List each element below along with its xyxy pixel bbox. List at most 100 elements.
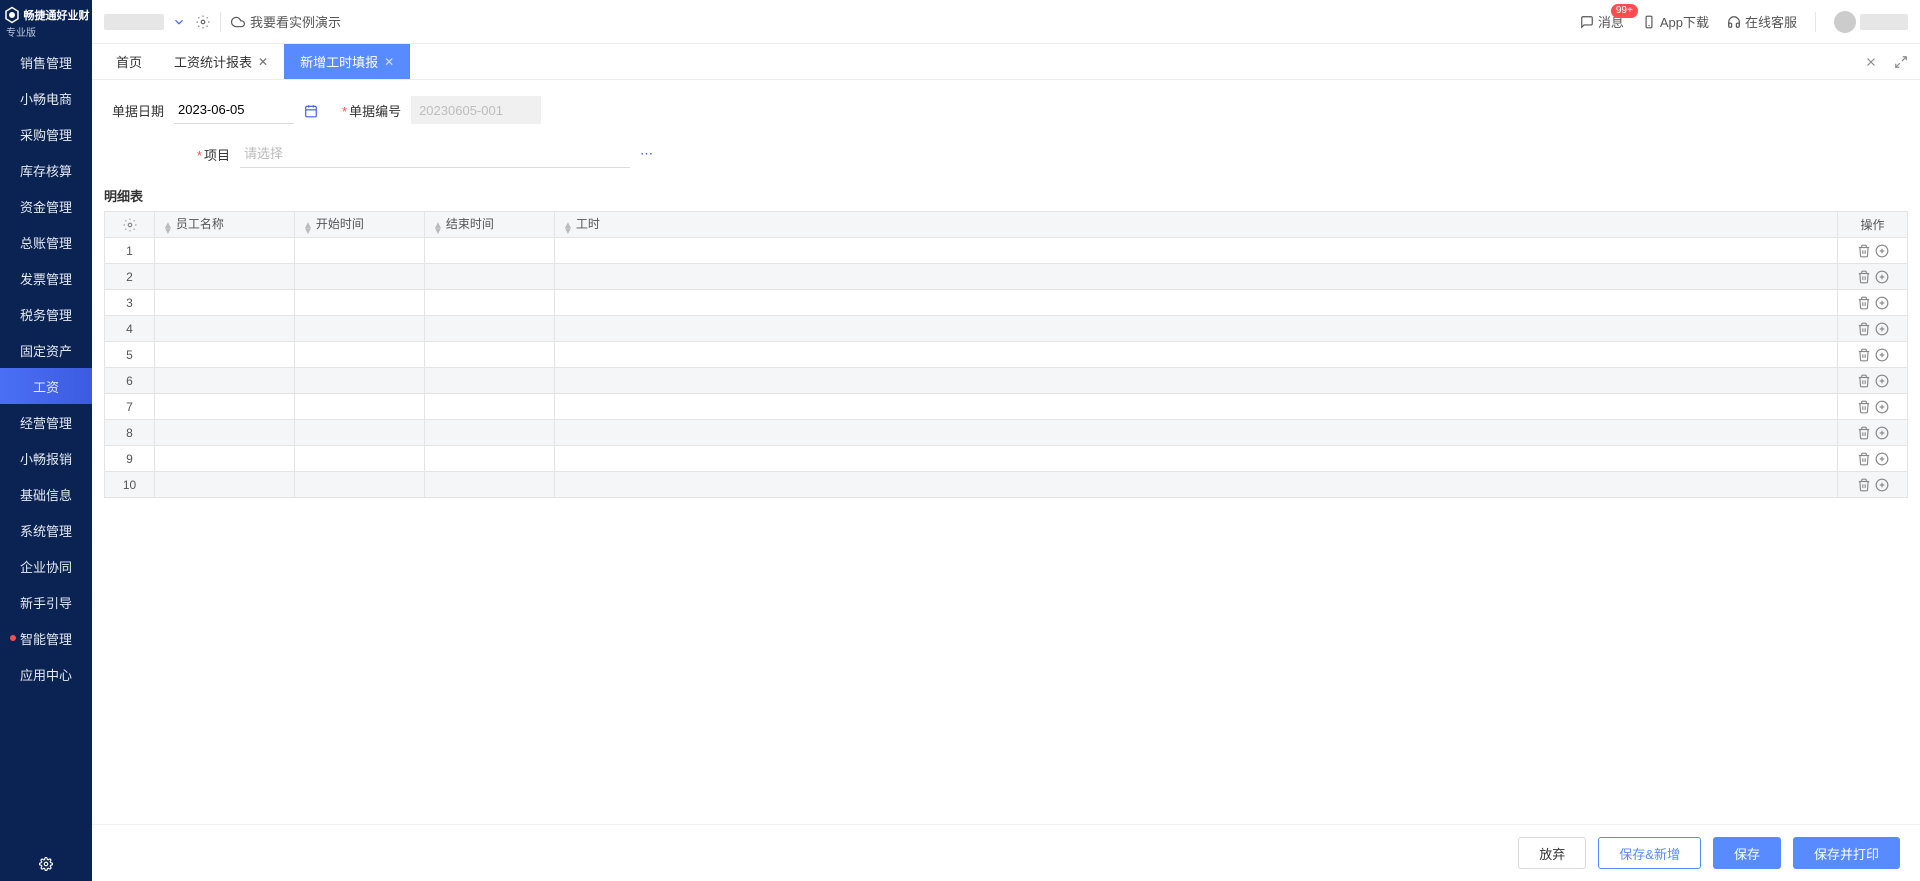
- row-add-button[interactable]: [1875, 321, 1889, 335]
- user-menu[interactable]: [1834, 11, 1908, 33]
- app-download-button[interactable]: App下载: [1642, 12, 1709, 31]
- sidebar-item-5[interactable]: 总账管理: [0, 224, 92, 260]
- cell-start[interactable]: [295, 264, 425, 290]
- col-start[interactable]: ▲▼开始时间: [295, 212, 425, 238]
- cell-hours[interactable]: [555, 264, 1838, 290]
- cell-end[interactable]: [425, 446, 555, 472]
- cell-employee[interactable]: [155, 238, 295, 264]
- cell-end[interactable]: [425, 368, 555, 394]
- row-add-button[interactable]: [1875, 347, 1889, 361]
- sidebar-item-0[interactable]: 销售管理: [0, 44, 92, 80]
- date-input[interactable]: [174, 96, 294, 124]
- cell-employee[interactable]: [155, 368, 295, 394]
- cell-hours[interactable]: [555, 290, 1838, 316]
- cell-start[interactable]: [295, 394, 425, 420]
- cell-end[interactable]: [425, 316, 555, 342]
- sidebar-item-7[interactable]: 税务管理: [0, 296, 92, 332]
- cell-employee[interactable]: [155, 264, 295, 290]
- row-add-button[interactable]: [1875, 477, 1889, 491]
- cell-employee[interactable]: [155, 316, 295, 342]
- sidebar-item-8[interactable]: 固定资产: [0, 332, 92, 368]
- save-print-button[interactable]: 保存并打印: [1793, 837, 1900, 869]
- row-delete-button[interactable]: [1857, 451, 1871, 465]
- tab-close-button[interactable]: ✕: [258, 55, 268, 69]
- cell-hours[interactable]: [555, 472, 1838, 498]
- col-hours[interactable]: ▲▼工时: [555, 212, 1838, 238]
- sidebar-item-9[interactable]: 工资: [0, 368, 92, 404]
- col-end[interactable]: ▲▼结束时间: [425, 212, 555, 238]
- sidebar-item-14[interactable]: 企业协同: [0, 548, 92, 584]
- row-delete-button[interactable]: [1857, 243, 1871, 257]
- cell-hours[interactable]: [555, 342, 1838, 368]
- project-input[interactable]: [240, 140, 630, 168]
- row-delete-button[interactable]: [1857, 425, 1871, 439]
- header-settings-button[interactable]: [196, 14, 210, 30]
- sidebar-item-17[interactable]: 应用中心: [0, 656, 92, 692]
- cell-hours[interactable]: [555, 238, 1838, 264]
- cell-start[interactable]: [295, 316, 425, 342]
- save-button[interactable]: 保存: [1713, 837, 1781, 869]
- save-new-button[interactable]: 保存&新增: [1598, 837, 1701, 869]
- row-delete-button[interactable]: [1857, 399, 1871, 413]
- cell-hours[interactable]: [555, 316, 1838, 342]
- cell-employee[interactable]: [155, 290, 295, 316]
- row-add-button[interactable]: [1875, 373, 1889, 387]
- demo-link[interactable]: 我要看实例演示: [231, 12, 341, 31]
- cell-end[interactable]: [425, 264, 555, 290]
- discard-button[interactable]: 放弃: [1518, 837, 1586, 869]
- tab-0[interactable]: 首页: [100, 44, 158, 79]
- project-more-button[interactable]: ⋯: [640, 146, 654, 162]
- cell-start[interactable]: [295, 446, 425, 472]
- sidebar-item-15[interactable]: 新手引导: [0, 584, 92, 620]
- cell-hours[interactable]: [555, 446, 1838, 472]
- cell-end[interactable]: [425, 420, 555, 446]
- row-add-button[interactable]: [1875, 295, 1889, 309]
- row-delete-button[interactable]: [1857, 373, 1871, 387]
- tab-1[interactable]: 工资统计报表✕: [158, 44, 284, 79]
- sidebar-item-16[interactable]: 智能管理: [0, 620, 92, 656]
- cell-start[interactable]: [295, 420, 425, 446]
- cell-start[interactable]: [295, 342, 425, 368]
- cell-hours[interactable]: [555, 420, 1838, 446]
- row-add-button[interactable]: [1875, 425, 1889, 439]
- cell-start[interactable]: [295, 368, 425, 394]
- sidebar-item-1[interactable]: 小畅电商: [0, 80, 92, 116]
- row-add-button[interactable]: [1875, 269, 1889, 283]
- messages-button[interactable]: 消息 99+: [1580, 12, 1624, 31]
- cell-start[interactable]: [295, 238, 425, 264]
- sidebar-item-3[interactable]: 库存核算: [0, 152, 92, 188]
- row-delete-button[interactable]: [1857, 477, 1871, 491]
- cell-hours[interactable]: [555, 368, 1838, 394]
- row-add-button[interactable]: [1875, 399, 1889, 413]
- cell-end[interactable]: [425, 290, 555, 316]
- code-input[interactable]: [411, 96, 541, 124]
- sidebar-item-6[interactable]: 发票管理: [0, 260, 92, 296]
- calendar-button[interactable]: [304, 102, 318, 118]
- col-settings[interactable]: [105, 212, 155, 238]
- cell-end[interactable]: [425, 238, 555, 264]
- col-employee[interactable]: ▲▼员工名称: [155, 212, 295, 238]
- row-delete-button[interactable]: [1857, 269, 1871, 283]
- sidebar-settings-button[interactable]: [39, 855, 53, 871]
- row-delete-button[interactable]: [1857, 321, 1871, 335]
- sidebar-item-2[interactable]: 采购管理: [0, 116, 92, 152]
- cell-hours[interactable]: [555, 394, 1838, 420]
- cell-end[interactable]: [425, 394, 555, 420]
- sidebar-item-4[interactable]: 资金管理: [0, 188, 92, 224]
- fullscreen-button[interactable]: [1890, 50, 1912, 74]
- cell-employee[interactable]: [155, 342, 295, 368]
- company-selector[interactable]: [104, 14, 186, 30]
- tab-2[interactable]: 新增工时填报✕: [284, 44, 410, 79]
- online-service-button[interactable]: 在线客服: [1727, 12, 1797, 31]
- row-add-button[interactable]: [1875, 243, 1889, 257]
- row-add-button[interactable]: [1875, 451, 1889, 465]
- sidebar-item-13[interactable]: 系统管理: [0, 512, 92, 548]
- cell-start[interactable]: [295, 290, 425, 316]
- sidebar-item-12[interactable]: 基础信息: [0, 476, 92, 512]
- close-all-tabs-button[interactable]: [1860, 50, 1882, 74]
- cell-end[interactable]: [425, 342, 555, 368]
- cell-start[interactable]: [295, 472, 425, 498]
- cell-employee[interactable]: [155, 472, 295, 498]
- sidebar-item-10[interactable]: 经营管理: [0, 404, 92, 440]
- cell-employee[interactable]: [155, 394, 295, 420]
